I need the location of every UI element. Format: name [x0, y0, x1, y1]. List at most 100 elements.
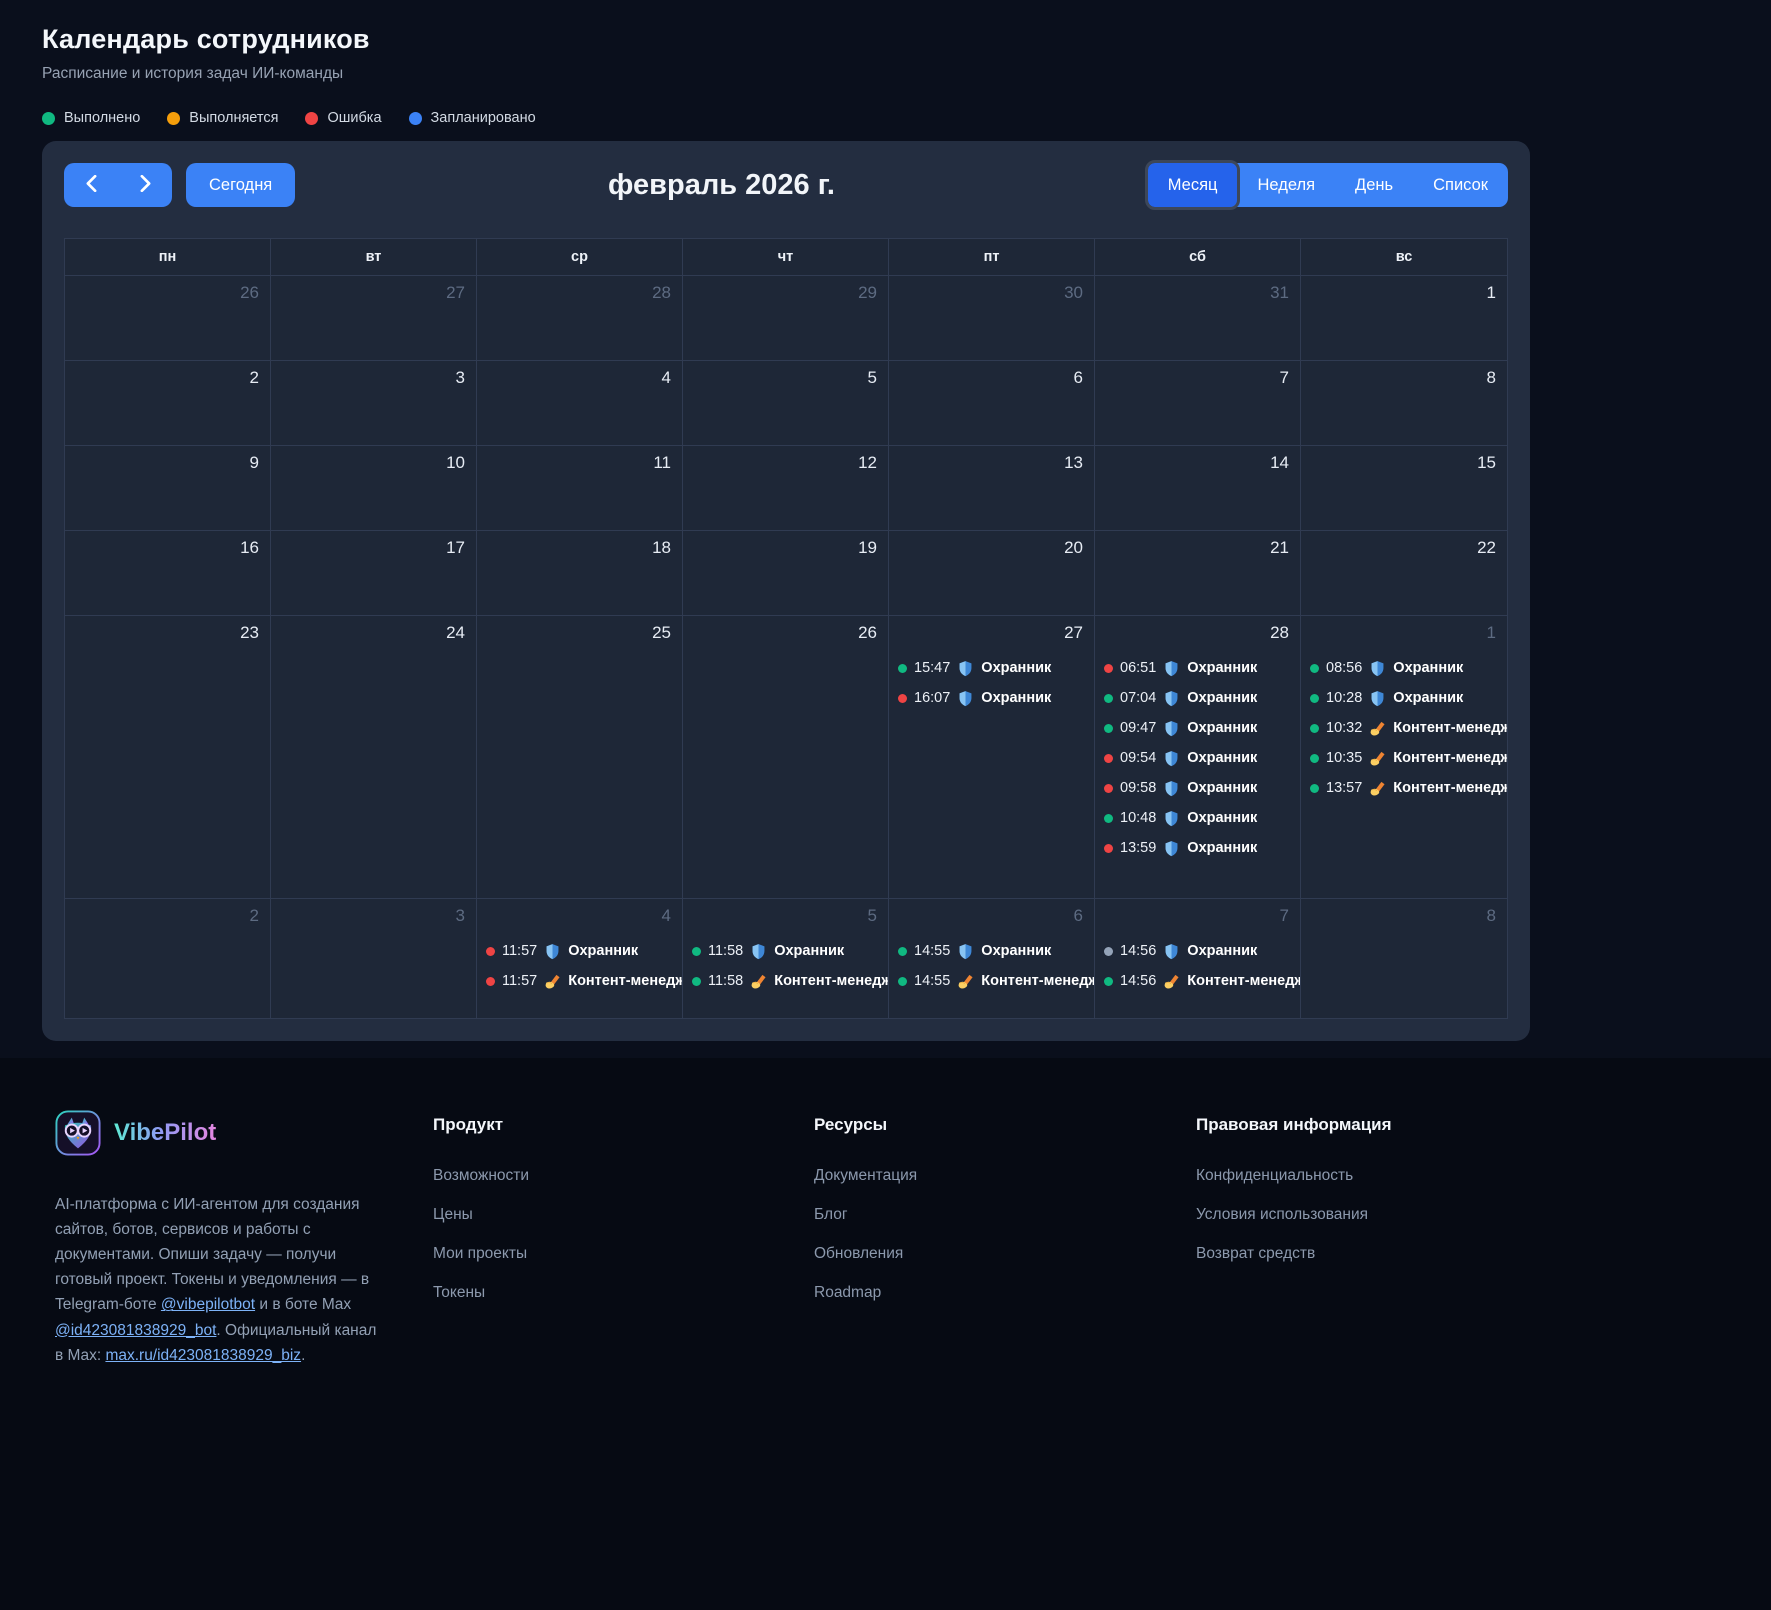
day-cell[interactable]: 31	[1095, 275, 1301, 360]
footer-link[interactable]: Возможности	[433, 1165, 814, 1187]
day-cell[interactable]: 26	[683, 615, 889, 898]
day-cell[interactable]: 8	[1301, 898, 1507, 1018]
day-cell[interactable]: 8	[1301, 360, 1507, 445]
event-item[interactable]: 09:58 Охранник	[1104, 773, 1298, 803]
day-cell[interactable]: 21	[1095, 530, 1301, 615]
event-item[interactable]: 16:07 Охранник	[898, 683, 1092, 713]
day-cell[interactable]: 9	[65, 445, 271, 530]
event-status-dot-icon	[692, 946, 701, 956]
footer-link[interactable]: Документация	[814, 1165, 1196, 1187]
footer-link[interactable]: Roadmap	[814, 1282, 1196, 1304]
day-cell[interactable]: 10	[271, 445, 477, 530]
footer-inline-link[interactable]: max.ru/id423081838929_biz	[105, 1347, 301, 1364]
day-cell[interactable]: 17	[271, 530, 477, 615]
day-number: 17	[446, 538, 465, 557]
day-cell[interactable]: 11	[477, 445, 683, 530]
weekday-header: вс	[1395, 249, 1413, 265]
prev-month-button[interactable]	[64, 163, 118, 207]
footer-link[interactable]: Конфиденциальность	[1196, 1165, 1716, 1187]
event-item[interactable]: 14:55 Контент-менеджер	[898, 966, 1094, 996]
day-cell[interactable]: 1	[1301, 275, 1507, 360]
day-number: 6	[1073, 906, 1083, 925]
event-item[interactable]: 09:54 Охранник	[1104, 743, 1298, 773]
today-button[interactable]: Сегодня	[186, 163, 296, 207]
footer-link[interactable]: Возврат средств	[1196, 1243, 1716, 1265]
footer-link[interactable]: Условия использования	[1196, 1204, 1716, 1226]
day-cell[interactable]: 4 11:57 Охранник 11:57 Контент-менеджер	[477, 898, 683, 1018]
event-item[interactable]: 07:04 Охранник	[1104, 683, 1298, 713]
day-cell[interactable]: 30	[889, 275, 1095, 360]
page-footer: VibePilot AI-платформа с ИИ-агентом для …	[0, 1058, 1771, 1610]
day-cell[interactable]: 20	[889, 530, 1095, 615]
day-cell[interactable]: 22	[1301, 530, 1507, 615]
event-item[interactable]: 10:35 Контент-менеджер	[1310, 743, 1507, 773]
day-cell[interactable]: 14	[1095, 445, 1301, 530]
event-item[interactable]: 14:55 Охранник	[898, 936, 1092, 966]
day-number: 30	[1064, 283, 1083, 302]
event-item[interactable]: 10:28 Охранник	[1310, 683, 1505, 713]
event-status-dot-icon	[1104, 663, 1113, 673]
day-cell[interactable]: 1 08:56 Охранник 10:28 Охранник 10:32 Контент-…	[1301, 615, 1507, 898]
event-item[interactable]: 11:58 Контент-менеджер	[692, 966, 888, 996]
event-item[interactable]: 10:32 Контент-менеджер	[1310, 713, 1507, 743]
event-title: Контент-менеджер	[1393, 720, 1507, 736]
footer-link[interactable]: Обновления	[814, 1243, 1196, 1265]
day-cell[interactable]: 27	[271, 275, 477, 360]
day-cell[interactable]: 13	[889, 445, 1095, 530]
view-button-list[interactable]: Список	[1413, 163, 1508, 207]
event-title: Охранник	[774, 943, 845, 959]
day-cell[interactable]: 2	[65, 360, 271, 445]
event-title: Контент-менеджер	[1393, 750, 1507, 766]
day-cell[interactable]: 19	[683, 530, 889, 615]
event-item[interactable]: 09:47 Охранник	[1104, 713, 1298, 743]
next-month-button[interactable]	[118, 163, 172, 207]
event-item[interactable]: 11:57 Охранник	[486, 936, 680, 966]
view-button-day[interactable]: День	[1335, 163, 1413, 207]
day-number: 20	[1064, 538, 1083, 557]
event-item[interactable]: 10:48 Охранник	[1104, 803, 1298, 833]
day-cell[interactable]: 15	[1301, 445, 1507, 530]
day-cell[interactable]: 4	[477, 360, 683, 445]
event-item[interactable]: 15:47 Охранник	[898, 653, 1092, 683]
footer-link[interactable]: Токены	[433, 1282, 814, 1304]
event-item[interactable]: 08:56 Охранник	[1310, 653, 1505, 683]
event-item[interactable]: 11:57 Контент-менеджер	[486, 966, 682, 996]
day-cell[interactable]: 5 11:58 Охранник 11:58 Контент-менеджер	[683, 898, 889, 1018]
day-cell[interactable]: 6 14:55 Охранник 14:55 Контент-менеджер	[889, 898, 1095, 1018]
event-item[interactable]: 13:59 Охранник	[1104, 833, 1298, 863]
day-cell[interactable]: 12	[683, 445, 889, 530]
day-cell[interactable]: 28	[477, 275, 683, 360]
event-item[interactable]: 06:51 Охранник	[1104, 653, 1298, 683]
day-cell[interactable]: 25	[477, 615, 683, 898]
day-cell[interactable]: 3	[271, 898, 477, 1018]
event-item[interactable]: 13:57 Контент-менеджер	[1310, 773, 1507, 803]
day-cell[interactable]: 7	[1095, 360, 1301, 445]
event-item[interactable]: 14:56 Контент-менеджер	[1104, 966, 1300, 996]
day-cell[interactable]: 3	[271, 360, 477, 445]
day-cell[interactable]: 18	[477, 530, 683, 615]
event-item[interactable]: 14:56 Охранник	[1104, 936, 1298, 966]
view-button-week[interactable]: Неделя	[1237, 163, 1335, 207]
day-cell[interactable]: 29	[683, 275, 889, 360]
footer-link[interactable]: Цены	[433, 1204, 814, 1226]
vibepilot-owl-logo-icon	[55, 1110, 101, 1156]
day-cell[interactable]: 5	[683, 360, 889, 445]
footer-link[interactable]: Блог	[814, 1204, 1196, 1226]
view-button-month[interactable]: Месяц	[1144, 160, 1241, 210]
day-cell[interactable]: 26	[65, 275, 271, 360]
day-cell[interactable]: 23	[65, 615, 271, 898]
calendar-grid: пн вт ср чт пт сб вс 26 27 28 29 30 31 1 2 3 4 5 6 7 8 9 10 11…	[64, 238, 1508, 1019]
day-cell[interactable]: 27 15:47 Охранник 16:07 Охранник	[889, 615, 1095, 898]
event-item[interactable]: 11:58 Охранник	[692, 936, 886, 966]
footer-inline-link[interactable]: @vibepilotbot	[161, 1296, 255, 1313]
day-cell[interactable]: 2	[65, 898, 271, 1018]
day-cell[interactable]: 7 14:56 Охранник 14:56 Контент-менеджер	[1095, 898, 1301, 1018]
footer-link[interactable]: Мои проекты	[433, 1243, 814, 1265]
shield-icon	[957, 660, 974, 677]
calendar-week-row: 2 3 4 11:57 Охранник 11:57 Контент-менеджер 5 11…	[65, 898, 1507, 1018]
day-cell[interactable]: 28 06:51 Охранник 07:04 Охранник 09:47 Охранни…	[1095, 615, 1301, 898]
day-cell[interactable]: 16	[65, 530, 271, 615]
footer-inline-link[interactable]: @id423081838929_bot	[55, 1322, 216, 1339]
day-cell[interactable]: 6	[889, 360, 1095, 445]
day-cell[interactable]: 24	[271, 615, 477, 898]
